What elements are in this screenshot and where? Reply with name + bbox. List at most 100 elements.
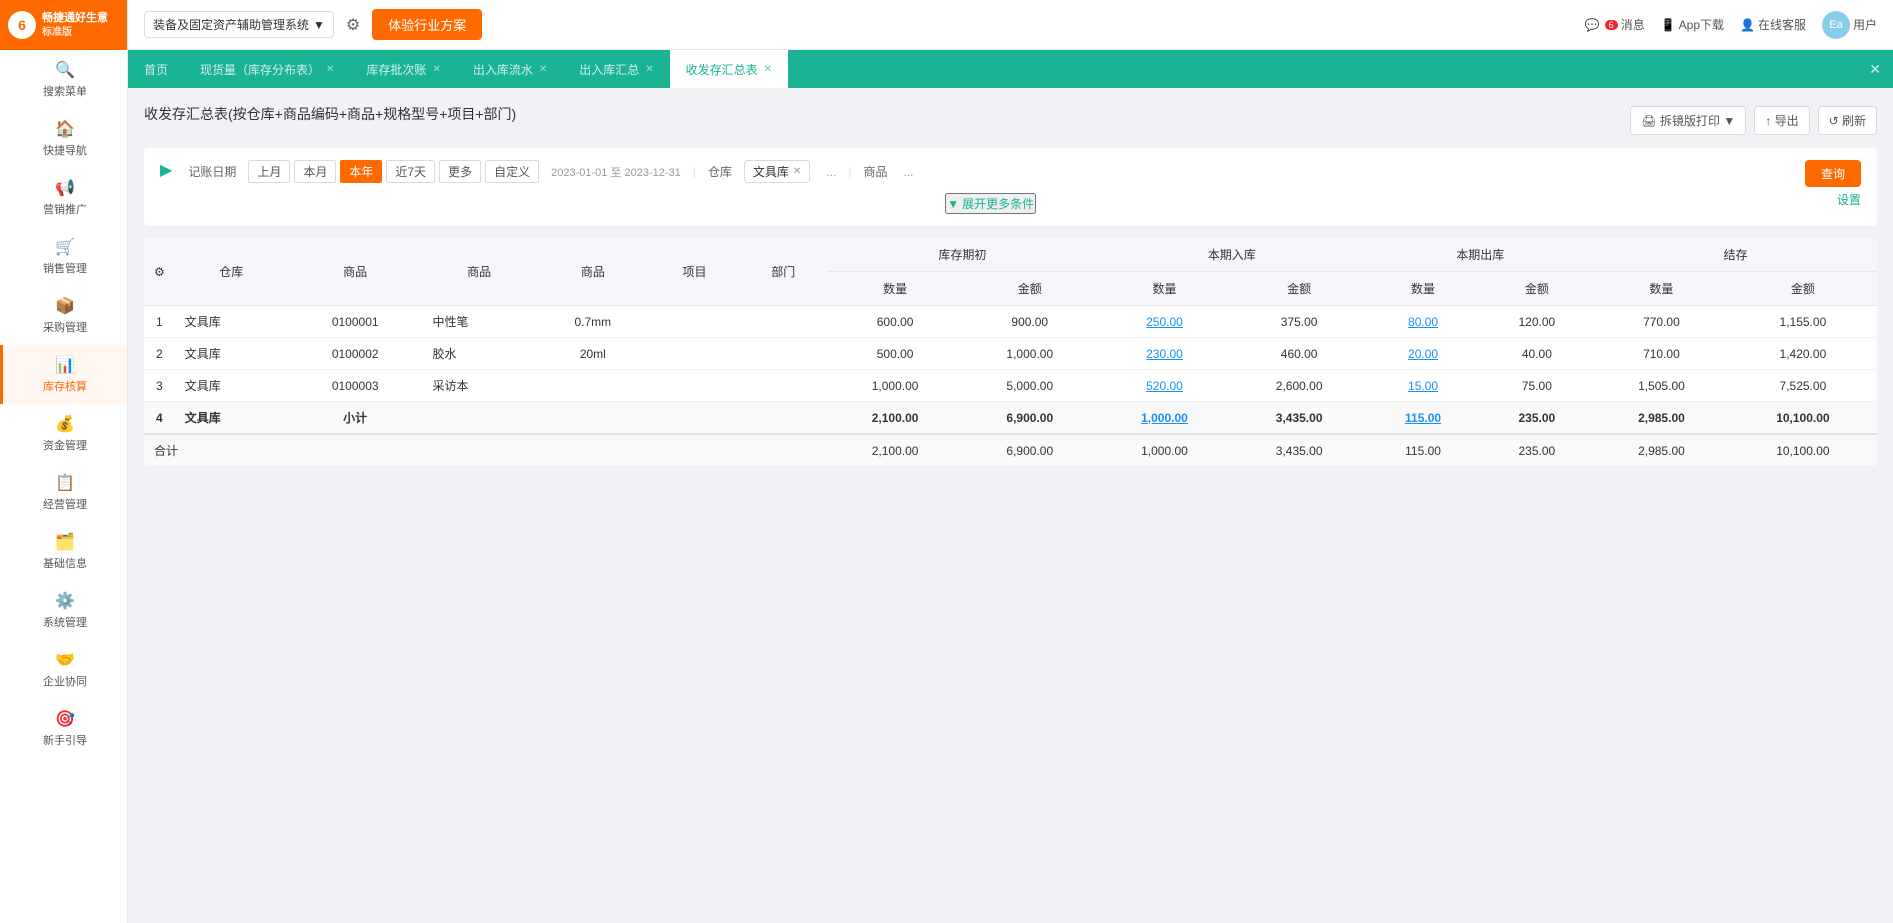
tabbar: 首页 现货量（库存分布表） ✕ 库存批次账 ✕ 出入库流水 ✕ 出入库汇总 ✕ …: [128, 50, 1893, 88]
subtotal-open-qty: 2,100.00: [828, 402, 963, 435]
th-group-in: 本期入库: [1097, 238, 1366, 272]
sidebar-item-label: 企业协同: [43, 673, 87, 689]
data-table-container: ⚙ 仓库 商品 商品 商品 项目 部门 库存期初 本期入库 本期出库 结存 数量: [144, 238, 1877, 467]
try-industry-button[interactable]: 体验行业方案: [372, 9, 482, 40]
close-tab-button[interactable]: ✕: [1857, 61, 1893, 78]
tab-label: 出入库流水: [473, 61, 533, 78]
tab-close-icon[interactable]: ✕: [764, 64, 772, 75]
row-close-qty: 710.00: [1594, 338, 1729, 370]
subtotal-empty-name: [423, 402, 536, 435]
date-btn-custom[interactable]: 自定义: [485, 160, 539, 183]
gear-icon: ⚙️: [55, 591, 75, 611]
sidebar-item-guide[interactable]: 🎯 新手引导: [0, 699, 127, 758]
row-open-qty: 600.00: [828, 306, 963, 338]
subtotal-out-qty[interactable]: 115.00: [1366, 402, 1479, 435]
tab-inout-flow[interactable]: 出入库流水 ✕: [457, 50, 563, 88]
system-selector[interactable]: 装备及固定资产辅助管理系统 ▼: [144, 11, 334, 38]
row-close-amt: 1,155.00: [1729, 306, 1877, 338]
row-spec: 20ml: [536, 338, 650, 370]
app-download-button[interactable]: 📱 App下载: [1661, 16, 1724, 33]
clipboard-icon: 📋: [55, 473, 75, 493]
row-in-qty[interactable]: 250.00: [1097, 306, 1232, 338]
th-goods-spec: 商品: [536, 238, 650, 306]
sidebar-item-marketing[interactable]: 📢 营销推广: [0, 168, 127, 227]
subtotal-in-qty[interactable]: 1,000.00: [1097, 402, 1232, 435]
sidebar-item-operations[interactable]: 📋 经营管理: [0, 463, 127, 522]
date-btn-this-month[interactable]: 本月: [294, 160, 336, 183]
warehouse-remove-icon[interactable]: ✕: [793, 166, 801, 177]
table-settings-th[interactable]: ⚙: [144, 238, 175, 306]
date-btn-this-year[interactable]: 本年: [340, 160, 382, 183]
row-in-amt: 2,600.00: [1232, 370, 1367, 402]
tab-inout-summary[interactable]: 出入库汇总 ✕: [563, 50, 669, 88]
chart-icon: 📊: [55, 355, 75, 375]
warehouse-filter-label: 仓库: [708, 163, 732, 180]
settings-button[interactable]: 设置: [1837, 191, 1861, 208]
sidebar-item-finance[interactable]: 💰 资金管理: [0, 404, 127, 463]
row-out-qty[interactable]: 20.00: [1366, 338, 1479, 370]
row-in-qty[interactable]: 230.00: [1097, 338, 1232, 370]
settings-icon[interactable]: ⚙: [346, 15, 360, 35]
row-in-qty[interactable]: 520.00: [1097, 370, 1232, 402]
sidebar-item-label: 快捷导航: [43, 142, 87, 158]
sidebar-item-collab[interactable]: 🤝 企业协同: [0, 640, 127, 699]
user-avatar[interactable]: Ea 用户: [1822, 11, 1877, 39]
row-project: [650, 338, 739, 370]
cart-icon: 🛒: [55, 237, 75, 257]
sidebar-item-label: 营销推广: [43, 201, 87, 217]
export-button[interactable]: ↑ 导出: [1754, 106, 1809, 135]
avatar: Ea: [1822, 11, 1850, 39]
online-service-button[interactable]: 👤 在线客服: [1740, 16, 1806, 33]
sidebar-item-quick[interactable]: 🏠 快捷导航: [0, 109, 127, 168]
row-name: 胶水: [423, 338, 536, 370]
total-close-qty: 2,985.00: [1594, 434, 1729, 467]
sidebar-item-label: 销售管理: [43, 260, 87, 276]
tab-home[interactable]: 首页: [128, 50, 184, 88]
sidebar-item-search[interactable]: 🔍 搜索菜单: [0, 50, 127, 109]
row-out-qty[interactable]: 80.00: [1366, 306, 1479, 338]
print-button[interactable]: 🖨 拆镜版打印 ▼: [1630, 106, 1746, 135]
date-btn-more[interactable]: 更多: [439, 160, 481, 183]
sidebar-item-basic[interactable]: 🗂️ 基础信息: [0, 522, 127, 581]
tab-close-icon[interactable]: ✕: [326, 64, 334, 75]
row-spec: [536, 370, 650, 402]
date-btn-7days[interactable]: 近7天: [386, 160, 435, 183]
box-icon: 📦: [55, 296, 75, 316]
filter-toggle-icon[interactable]: ▶: [160, 160, 172, 180]
sidebar-item-label: 系统管理: [43, 614, 87, 630]
tab-close-icon[interactable]: ✕: [645, 64, 653, 75]
row-warehouse: 文具库: [175, 338, 288, 370]
expand-more-btn[interactable]: ▼ 展开更多条件: [945, 193, 1036, 214]
tab-batch[interactable]: 库存批次账 ✕: [350, 50, 456, 88]
query-button[interactable]: 查询: [1805, 160, 1861, 187]
subtotal-open-amt: 6,900.00: [962, 402, 1097, 435]
date-btn-last-month[interactable]: 上月: [248, 160, 290, 183]
message-button[interactable]: 💬 6 消息: [1585, 16, 1645, 33]
target-icon: 🎯: [55, 709, 75, 729]
tab-close-icon[interactable]: ✕: [432, 64, 440, 75]
megaphone-icon: 📢: [55, 178, 75, 198]
sidebar-item-inventory[interactable]: 📊 库存核算: [0, 345, 127, 404]
tab-recv-send-summary[interactable]: 收发存汇总表 ✕: [670, 50, 788, 88]
topbar-icons: 💬 6 消息 📱 App下载 👤 在线客服 Ea 用户: [1585, 11, 1877, 39]
sidebar-item-system[interactable]: ⚙️ 系统管理: [0, 581, 127, 640]
goods-more[interactable]: ...: [903, 165, 913, 179]
sidebar-item-label: 库存核算: [43, 378, 87, 394]
sidebar-item-label: 新手引导: [43, 732, 87, 748]
tab-close-icon[interactable]: ✕: [539, 64, 547, 75]
row-out-qty[interactable]: 15.00: [1366, 370, 1479, 402]
sidebar-item-label: 经营管理: [43, 496, 87, 512]
row-close-amt: 7,525.00: [1729, 370, 1877, 402]
sidebar-item-label: 采购管理: [43, 319, 87, 335]
sidebar-item-sales[interactable]: 🛒 销售管理: [0, 227, 127, 286]
row-no: 3: [144, 370, 175, 402]
refresh-button[interactable]: ↺ 刷新: [1818, 106, 1877, 135]
tab-stock-dist[interactable]: 现货量（库存分布表） ✕: [184, 50, 350, 88]
row-name: 中性笔: [423, 306, 536, 338]
logo-text: 畅捷通好生意 标准版: [42, 11, 108, 38]
row-out-amt: 75.00: [1480, 370, 1594, 402]
warehouse-more[interactable]: ...: [826, 165, 836, 179]
chevron-down-icon: ▼: [313, 18, 325, 32]
th-in-qty: 数量: [1097, 272, 1232, 306]
sidebar-item-purchase[interactable]: 📦 采购管理: [0, 286, 127, 345]
